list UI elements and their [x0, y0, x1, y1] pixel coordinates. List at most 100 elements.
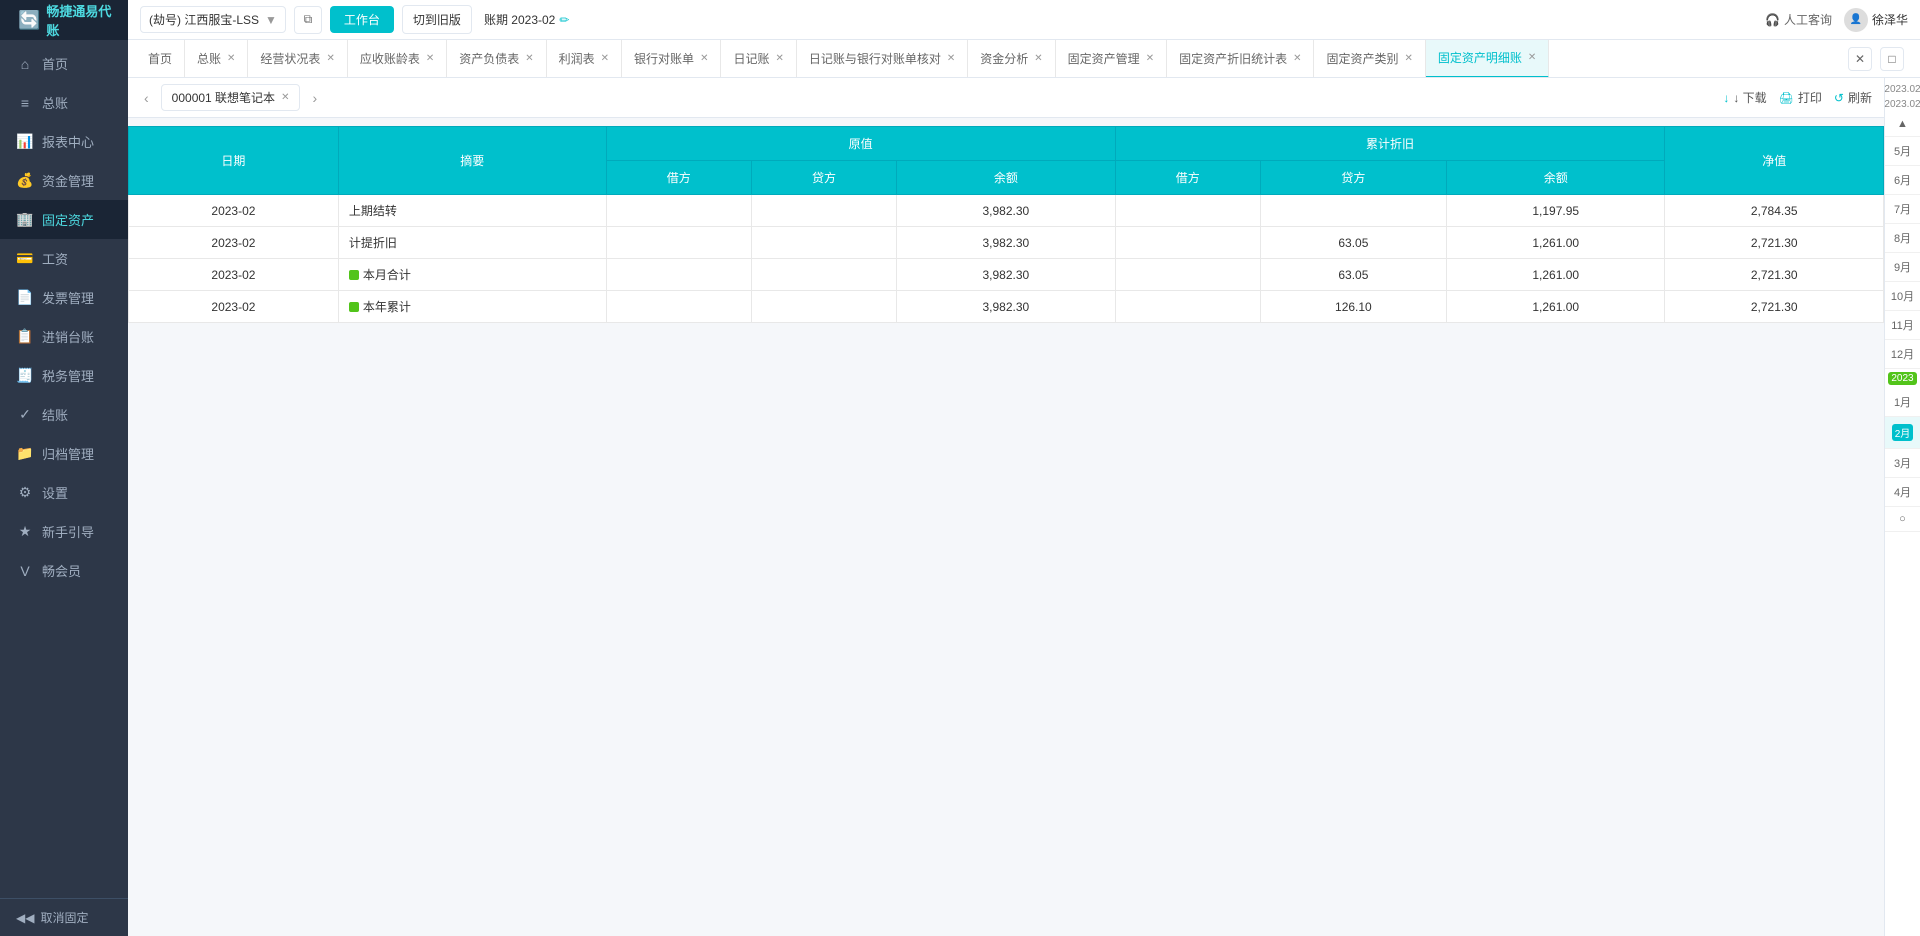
- tab-item-3[interactable]: 应收账龄表✕: [348, 40, 447, 78]
- right-panel-month[interactable]: 6月: [1885, 166, 1920, 195]
- right-panel-month[interactable]: 5月: [1885, 137, 1920, 166]
- tab-item-0[interactable]: 首页: [136, 40, 185, 78]
- th-depr-credit: 贷方: [1260, 161, 1446, 195]
- tab-close-3[interactable]: ✕: [426, 53, 434, 64]
- tab-item-10[interactable]: 固定资产管理✕: [1056, 40, 1167, 78]
- tab-item-8[interactable]: 日记账与银行对账单核对✕: [797, 40, 968, 78]
- tab-close-11[interactable]: ✕: [1293, 53, 1301, 64]
- tab-close-1[interactable]: ✕: [227, 53, 235, 64]
- sidebar-icon-2: 📊: [16, 133, 34, 151]
- th-date: 日期: [129, 127, 339, 195]
- sidebar-item-7[interactable]: 📋进销台账: [0, 317, 128, 356]
- tab-item-13[interactable]: 固定资产明细账✕: [1426, 40, 1549, 78]
- right-panel-year-month[interactable]: 2月: [1885, 417, 1920, 449]
- tab-close-8[interactable]: ✕: [947, 53, 955, 64]
- sidebar-item-4[interactable]: 🏢固定资产: [0, 200, 128, 239]
- download-icon: ↓: [1723, 91, 1729, 105]
- company-dropdown-arrow: ▼: [265, 13, 277, 27]
- pin-icon: ◀◀: [16, 911, 34, 925]
- table-row: 2023-02 本月合计 3,982.30 63.05 1,261.00 2,7…: [129, 259, 1884, 291]
- asset-tag[interactable]: 000001 联想笔记本 ✕: [161, 84, 301, 111]
- period-edit-icon[interactable]: ✏: [559, 13, 569, 27]
- download-button[interactable]: ↓ ↓ 下载: [1723, 89, 1766, 106]
- asset-nav-actions: ↓ ↓ 下载 🖨 打印 ↺ 刷新: [1723, 89, 1872, 106]
- sidebar-icon-9: ✓: [16, 406, 34, 424]
- sidebar-item-3[interactable]: 💰资金管理: [0, 161, 128, 200]
- tab-close-6[interactable]: ✕: [700, 53, 708, 64]
- tab-close-2[interactable]: ✕: [326, 53, 334, 64]
- copy-button[interactable]: ⧉: [294, 6, 322, 34]
- maximize-button[interactable]: □: [1880, 47, 1904, 71]
- sidebar-item-1[interactable]: ≡总账: [0, 83, 128, 122]
- close-all-button[interactable]: ✕: [1848, 47, 1872, 71]
- right-panel-scroll-icon[interactable]: ○: [1885, 507, 1920, 532]
- right-panel-month[interactable]: 11月: [1885, 311, 1920, 340]
- sidebar-item-6[interactable]: 📄发票管理: [0, 278, 128, 317]
- th-original-value-group: 原值: [606, 127, 1115, 161]
- th-net-value: 净值: [1665, 127, 1884, 195]
- sidebar-item-11[interactable]: ⚙设置: [0, 473, 128, 512]
- sidebar-icon-13: V: [16, 562, 34, 580]
- tab-item-7[interactable]: 日记账✕: [721, 40, 796, 78]
- sidebar-item-13[interactable]: V畅会员: [0, 551, 128, 590]
- right-panel-year-month[interactable]: 3月: [1885, 449, 1920, 478]
- user-menu[interactable]: 👤 徐泽华: [1844, 8, 1908, 32]
- tab-close-10[interactable]: ✕: [1146, 53, 1154, 64]
- nav-next-arrow[interactable]: ›: [308, 88, 321, 108]
- tab-close-13[interactable]: ✕: [1528, 52, 1536, 63]
- th-depr-balance: 余额: [1446, 161, 1664, 195]
- tab-item-11[interactable]: 固定资产折旧统计表✕: [1167, 40, 1314, 78]
- sidebar-item-5[interactable]: 💳工资: [0, 239, 128, 278]
- tab-item-1[interactable]: 总账✕: [185, 40, 248, 78]
- right-panel-month[interactable]: 8月: [1885, 224, 1920, 253]
- sidebar-item-9[interactable]: ✓结账: [0, 395, 128, 434]
- tab-item-4[interactable]: 资产负债表✕: [447, 40, 546, 78]
- switch-version-button[interactable]: 切到旧版: [402, 5, 472, 34]
- table-row: 2023-02 本年累计 3,982.30 126.10 1,261.00 2,…: [129, 291, 1884, 323]
- work-bench-button[interactable]: 工作台: [330, 6, 394, 33]
- sidebar-footer[interactable]: ◀◀ 取消固定: [0, 898, 128, 936]
- app-logo: 🔄 畅捷通易代账: [0, 0, 128, 40]
- right-panel: 2023.022023.02▲5月6月7月8月9月10月11月12月20231月…: [1884, 78, 1920, 936]
- asset-tag-close[interactable]: ✕: [281, 92, 289, 103]
- topbar: (劫号) 江西服宝-LSS ▼ ⧉ 工作台 切到旧版 账期 2023-02 ✏ …: [128, 0, 1920, 40]
- main-area: (劫号) 江西服宝-LSS ▼ ⧉ 工作台 切到旧版 账期 2023-02 ✏ …: [128, 0, 1920, 936]
- right-panel-month[interactable]: 10月: [1885, 282, 1920, 311]
- sidebar-item-2[interactable]: 📊报表中心: [0, 122, 128, 161]
- tab-close-9[interactable]: ✕: [1034, 53, 1042, 64]
- tab-close-12[interactable]: ✕: [1405, 53, 1413, 64]
- tab-item-2[interactable]: 经营状况表✕: [248, 40, 347, 78]
- right-panel-month[interactable]: 12月: [1885, 340, 1920, 369]
- tab-close-5[interactable]: ✕: [601, 53, 609, 64]
- sidebar-item-0[interactable]: ⌂首页: [0, 44, 128, 83]
- right-panel-year-month[interactable]: 4月: [1885, 478, 1920, 507]
- sidebar-item-12[interactable]: ★新手引导: [0, 512, 128, 551]
- service-button[interactable]: 🎧 人工客询: [1765, 11, 1832, 28]
- nav-prev-arrow[interactable]: ‹: [140, 88, 153, 108]
- refresh-icon: ↺: [1834, 91, 1844, 105]
- print-button[interactable]: 🖨 打印: [1779, 89, 1822, 106]
- th-balance: 余额: [897, 161, 1115, 195]
- sidebar-item-10[interactable]: 📁归档管理: [0, 434, 128, 473]
- right-panel-month[interactable]: 7月: [1885, 195, 1920, 224]
- tab-item-12[interactable]: 固定资产类别✕: [1314, 40, 1425, 78]
- sidebar-icon-8: 🧾: [16, 367, 34, 385]
- right-panel-year-badge: 2023: [1886, 369, 1918, 388]
- sidebar-item-8[interactable]: 🧾税务管理: [0, 356, 128, 395]
- tab-item-5[interactable]: 利润表✕: [547, 40, 622, 78]
- sidebar-icon-4: 🏢: [16, 211, 34, 229]
- sidebar-icon-0: ⌂: [16, 55, 34, 73]
- th-memo: 摘要: [338, 127, 606, 195]
- company-selector[interactable]: (劫号) 江西服宝-LSS ▼: [140, 6, 286, 33]
- right-panel-year-month[interactable]: 1月: [1885, 388, 1920, 417]
- tab-close-4[interactable]: ✕: [525, 53, 533, 64]
- right-panel-month[interactable]: 9月: [1885, 253, 1920, 282]
- refresh-button[interactable]: ↺ 刷新: [1834, 89, 1872, 106]
- right-panel-up-arrow[interactable]: ▲: [1885, 112, 1920, 137]
- tab-item-6[interactable]: 银行对账单✕: [622, 40, 721, 78]
- asset-detail-table: 日期 摘要 原值 累计折旧 净值 借方 贷方 余额 借方 贷方 余额: [128, 126, 1884, 323]
- sidebar-icon-10: 📁: [16, 445, 34, 463]
- tab-close-7[interactable]: ✕: [775, 53, 783, 64]
- sidebar-icon-1: ≡: [16, 94, 34, 112]
- tab-item-9[interactable]: 资金分析✕: [968, 40, 1055, 78]
